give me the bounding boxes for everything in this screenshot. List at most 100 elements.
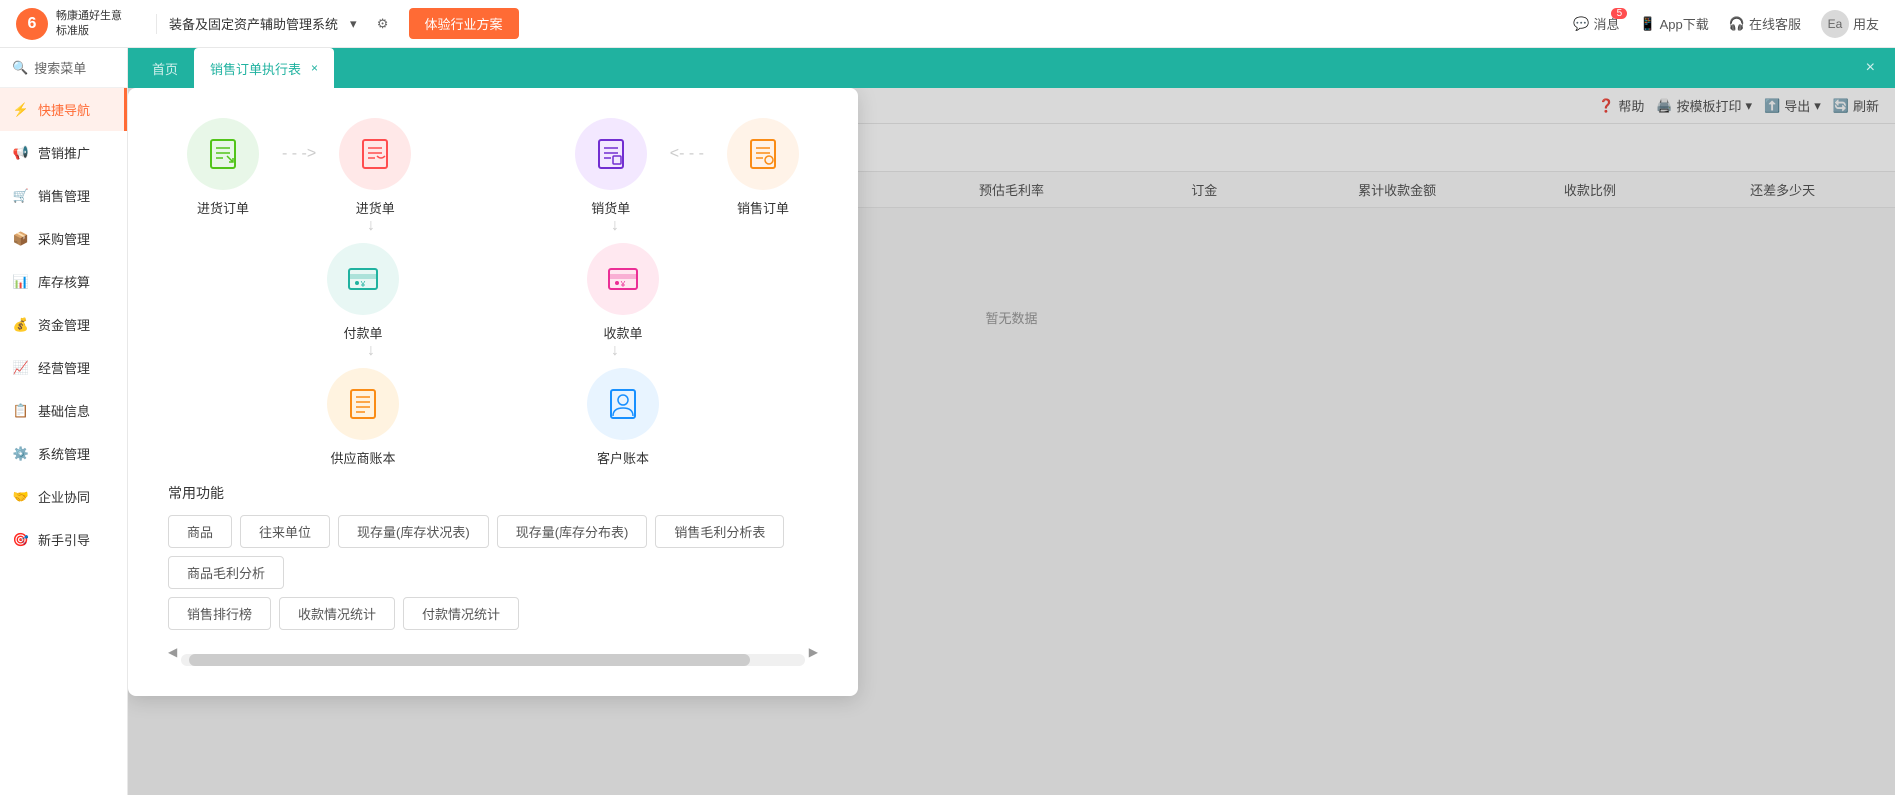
- func-btn-partners[interactable]: 往来单位: [240, 515, 330, 548]
- flow-item-sales-order[interactable]: 销售订单: [708, 118, 818, 217]
- search-menu-label: 搜索菜单: [34, 58, 86, 77]
- user-action[interactable]: Ea 用友: [1821, 10, 1879, 38]
- sidebar-item-label: 营销推广: [38, 143, 90, 162]
- topbar-right: 💬 消息 5 📱 App下载 🎧 在线客服 Ea 用友: [1573, 10, 1879, 38]
- func-btn-sales-gross[interactable]: 销售毛利分析表: [655, 515, 784, 548]
- flow-item-purchase-order[interactable]: 进货订单: [168, 118, 278, 217]
- message-action[interactable]: 💬 消息 5: [1573, 14, 1619, 33]
- scroll-left-icon[interactable]: ◀: [168, 645, 177, 659]
- common-func-title: 常用功能: [168, 483, 818, 503]
- customer-account-icon: [587, 368, 659, 440]
- tab-bar: 首页 销售订单执行表 × ×: [128, 48, 1895, 88]
- sales-bill-icon: [575, 118, 647, 190]
- sidebar-item-basic[interactable]: 📋 基础信息: [0, 389, 127, 432]
- func-btn-sales-ranking[interactable]: 销售排行榜: [168, 597, 271, 630]
- flow-item-supplier-account[interactable]: 供应商账本: [308, 368, 418, 467]
- func-btn-goods-gross[interactable]: 商品毛利分析: [168, 556, 284, 589]
- close-window-button[interactable]: ×: [1854, 59, 1887, 77]
- app-download-action[interactable]: 📱 App下载: [1639, 14, 1708, 33]
- sidebar-item-label: 系统管理: [38, 444, 90, 463]
- quick-nav-popup: 进货订单 - - -> 进货单: [128, 88, 858, 696]
- sidebar-item-label: 企业协同: [38, 487, 90, 506]
- collab-icon: 🤝: [12, 488, 30, 506]
- sidebar-item-system[interactable]: ⚙️ 系统管理: [0, 432, 127, 475]
- app-download-label: App下载: [1660, 14, 1709, 33]
- sidebar-item-purchase[interactable]: 📦 采购管理: [0, 217, 127, 260]
- quick-nav-icon: ⚡: [12, 101, 30, 119]
- arrow-down-receipt: ↓: [560, 217, 670, 235]
- content-area: 首页 销售订单执行表 × × ❓ 帮助 🖨️: [128, 48, 1895, 795]
- online-service-action[interactable]: 🎧 在线客服: [1729, 14, 1801, 33]
- sales-order-label: 销售订单: [737, 198, 789, 217]
- flow-item-sales-bill[interactable]: 销货单: [556, 118, 666, 217]
- sales-bill-label: 销货单: [591, 198, 630, 217]
- common-functions: 常用功能 商品 往来单位 现存量(库存状况表) 现存量(库存分布表) 销售毛利分…: [168, 483, 818, 630]
- avatar: Ea: [1821, 10, 1849, 38]
- sidebar: 🔍 搜索菜单 ⚡ 快捷导航 📢 营销推广 🛒 销售管理 📦 采购管理 📊: [0, 48, 128, 795]
- supplier-account-icon: [327, 368, 399, 440]
- receipt-icon: ¥: [587, 243, 659, 315]
- func-btn-inventory-status[interactable]: 现存量(库存状况表): [338, 515, 489, 548]
- sidebar-item-label: 新手引导: [38, 530, 90, 549]
- trial-button[interactable]: 体验行业方案: [409, 8, 519, 39]
- tab-sales-order-label: 销售订单执行表: [210, 59, 301, 78]
- user-label: 用友: [1853, 14, 1879, 33]
- func-btn-goods[interactable]: 商品: [168, 515, 232, 548]
- marketing-icon: 📢: [12, 144, 30, 162]
- online-service-label: 在线客服: [1749, 14, 1801, 33]
- message-icon: 💬: [1573, 16, 1589, 32]
- tab-close-icon[interactable]: ×: [311, 61, 318, 75]
- svg-text:¥: ¥: [360, 280, 366, 289]
- purchase-bill-label: 进货单: [356, 198, 395, 217]
- search-menu[interactable]: 🔍 搜索菜单: [0, 48, 127, 88]
- service-icon: 🎧: [1729, 16, 1745, 32]
- inventory-icon: 📊: [12, 273, 30, 291]
- settings-button[interactable]: ⚙: [369, 10, 397, 38]
- purchase-icon: 📦: [12, 230, 30, 248]
- sales-order-icon: [727, 118, 799, 190]
- payment-label: 付款单: [343, 323, 382, 342]
- finance-icon: 💰: [12, 316, 30, 334]
- system-dropdown[interactable]: ▾: [350, 16, 357, 32]
- system-title: 装备及固定资产辅助管理系统: [169, 14, 338, 33]
- func-btn-payment-stats[interactable]: 付款情况统计: [403, 597, 519, 630]
- purchase-bill-icon: [339, 118, 411, 190]
- sidebar-item-label: 快捷导航: [38, 100, 90, 119]
- arrow-down-supplier: ↓: [316, 342, 426, 360]
- sidebar-item-label: 经营管理: [38, 358, 90, 377]
- sidebar-item-label: 资金管理: [38, 315, 90, 334]
- logo-icon: 6: [16, 8, 48, 40]
- sidebar-item-marketing[interactable]: 📢 营销推广: [0, 131, 127, 174]
- page-content: ❓ 帮助 🖨️ 按模板打印 ▾ ⬆️ 导出 ▾ 🔄: [128, 88, 1895, 795]
- sidebar-item-inventory[interactable]: 📊 库存核算: [0, 260, 127, 303]
- flow-item-payment[interactable]: ¥ 付款单: [308, 243, 418, 342]
- sidebar-item-sales[interactable]: 🛒 销售管理: [0, 174, 127, 217]
- purchase-order-label: 进货订单: [197, 198, 249, 217]
- sidebar-item-label: 库存核算: [38, 272, 90, 291]
- func-btn-receipt-stats[interactable]: 收款情况统计: [279, 597, 395, 630]
- tab-sales-order[interactable]: 销售订单执行表 ×: [194, 48, 334, 88]
- scroll-right-icon[interactable]: ▶: [809, 645, 818, 659]
- sidebar-item-collab[interactable]: 🤝 企业协同: [0, 475, 127, 518]
- logo-text: 畅康通好生意 标准版: [56, 9, 122, 38]
- payment-icon: ¥: [327, 243, 399, 315]
- sidebar-item-quick-nav[interactable]: ⚡ 快捷导航: [0, 88, 127, 131]
- sidebar-item-finance[interactable]: 💰 资金管理: [0, 303, 127, 346]
- sidebar-item-operation[interactable]: 📈 经营管理: [0, 346, 127, 389]
- system-icon: ⚙️: [12, 445, 30, 463]
- divider: [156, 14, 157, 34]
- basic-icon: 📋: [12, 402, 30, 420]
- flow-item-receipt[interactable]: ¥ 收款单: [568, 243, 678, 342]
- flow-item-purchase-bill[interactable]: 进货单: [320, 118, 430, 217]
- sidebar-item-label: 采购管理: [38, 229, 90, 248]
- func-btn-inventory-dist[interactable]: 现存量(库存分布表): [497, 515, 648, 548]
- logo-area: 6 畅康通好生意 标准版: [16, 8, 144, 40]
- search-icon: 🔍: [12, 60, 28, 76]
- sidebar-item-guide[interactable]: 🎯 新手引导: [0, 518, 127, 561]
- func-btns-row2: 销售排行榜 收款情况统计 付款情况统计: [168, 597, 818, 630]
- arrow-down-payment: ↓: [316, 217, 426, 235]
- flow-item-customer-account[interactable]: 客户账本: [568, 368, 678, 467]
- download-icon: 📱: [1639, 16, 1655, 32]
- arrow-down-customer: ↓: [560, 342, 670, 360]
- tab-home[interactable]: 首页: [136, 48, 194, 88]
